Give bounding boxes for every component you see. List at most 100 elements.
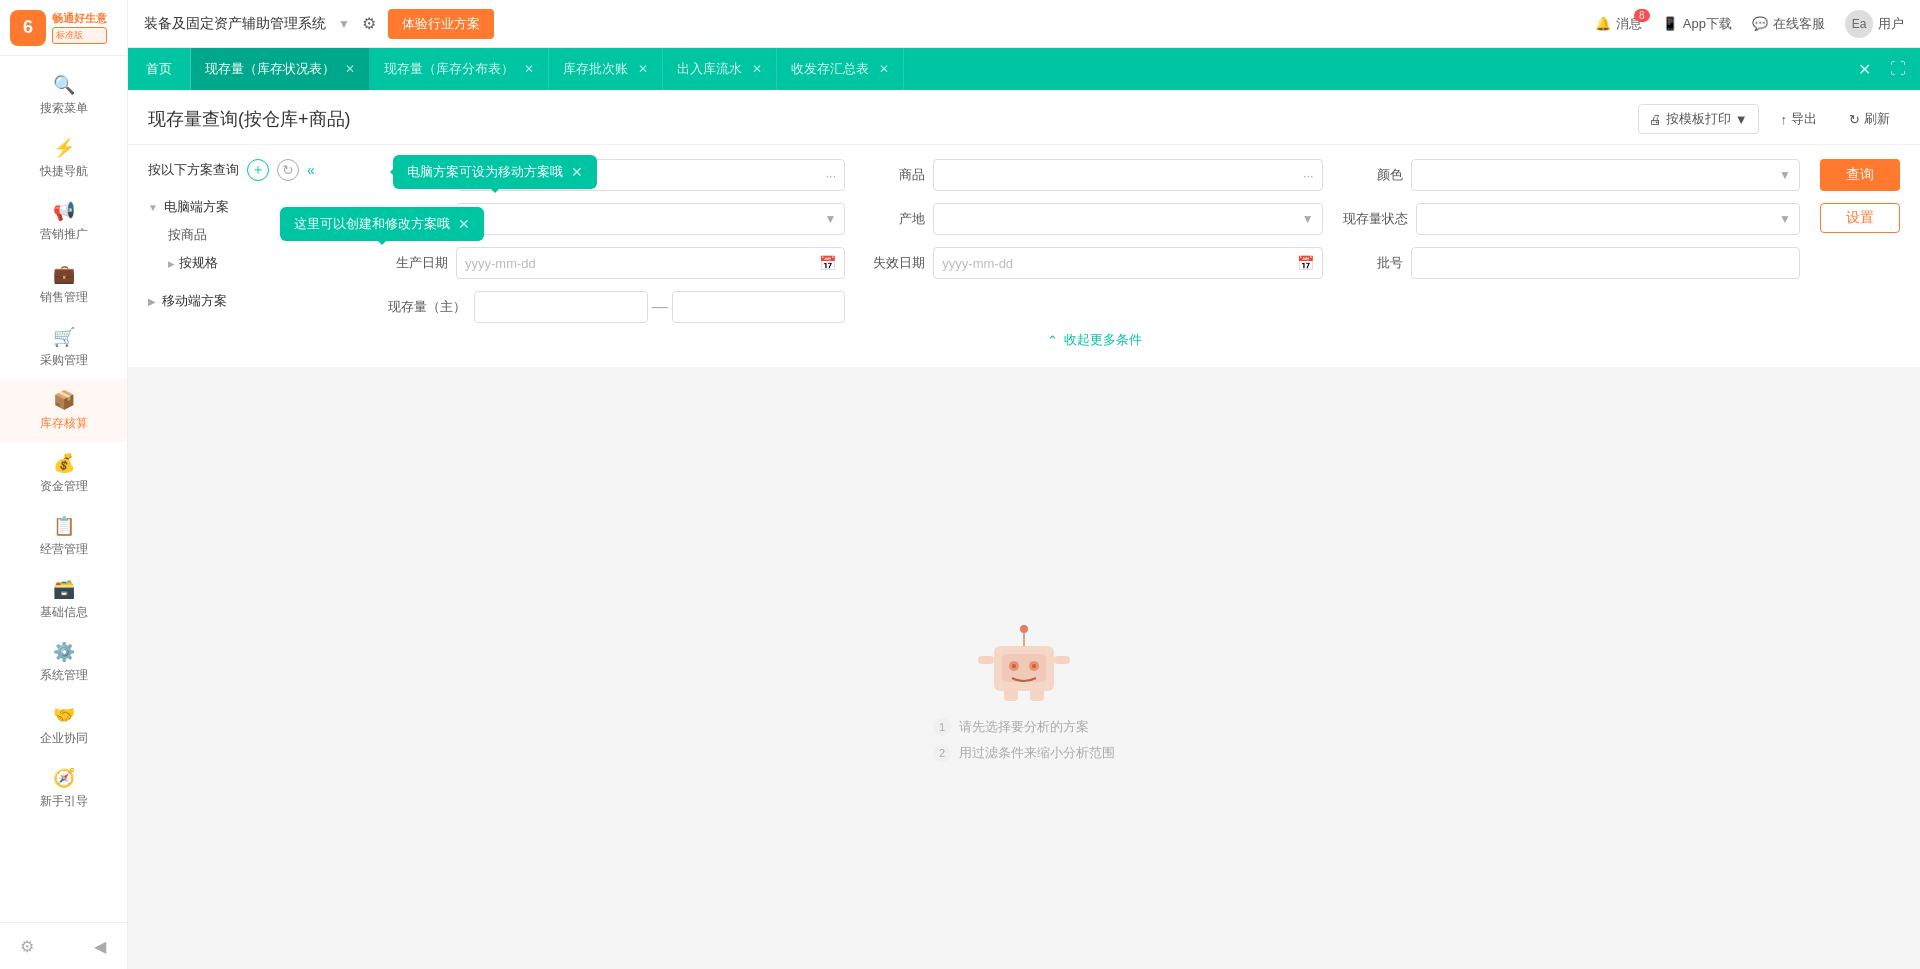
calendar-icon1: 📅	[819, 255, 836, 271]
tooltip1-container: 电脑方案可设为移动方案哦 ✕	[393, 155, 597, 189]
export-btn[interactable]: ↑ 导出	[1771, 105, 1828, 133]
step1-text: 请先选择要分析的方案	[959, 718, 1089, 736]
header-settings-icon[interactable]: ⚙	[362, 14, 376, 33]
filter-row-stock-status: 现存量状态 ▼	[1343, 203, 1800, 235]
sidebar-item-system[interactable]: ⚙️ 系统管理	[0, 631, 127, 694]
refresh-label: 刷新	[1864, 110, 1890, 128]
svg-rect-8	[978, 656, 994, 664]
template-print-btn[interactable]: 🖨 按模板打印 ▼	[1638, 104, 1759, 134]
tab-fullscreen-icon[interactable]: ⛶	[1884, 55, 1912, 83]
sidebar-item-label: 系统管理	[40, 667, 88, 684]
tab-batch-close[interactable]: ✕	[638, 62, 648, 76]
stock-status-arrow-icon: ▼	[1779, 212, 1791, 226]
sidebar-menu: 🔍 搜索菜单 ⚡ 快捷导航 📢 营销推广 💼 销售管理 🛒 采购管理 📦 库存核…	[0, 56, 127, 922]
tab-inout[interactable]: 出入库流水 ✕	[663, 48, 777, 90]
system-name: 装备及固定资产辅助管理系统	[144, 15, 326, 33]
filter-row-batchno: 批号	[1343, 247, 1800, 279]
tab-stock-status-close[interactable]: ✕	[345, 62, 355, 76]
tab-stock-dist[interactable]: 现存量（库存分布表） ✕	[370, 48, 549, 90]
stock-qty-min-input[interactable]	[474, 291, 648, 323]
sidebar-item-search[interactable]: 🔍 搜索菜单	[0, 64, 127, 127]
svg-rect-11	[1030, 689, 1044, 701]
purchase-icon: 🛒	[53, 326, 75, 348]
batchno-input[interactable]	[1411, 247, 1800, 279]
color-select[interactable]: ▼	[1411, 159, 1800, 191]
svg-rect-10	[1004, 689, 1018, 701]
filter-label: 按以下方案查询	[148, 161, 239, 179]
scheme-group-desktop-label: 电脑端方案	[164, 198, 229, 216]
set-btn[interactable]: 设置	[1820, 203, 1900, 233]
refresh-icon: ↻	[1849, 112, 1860, 127]
sidebar-item-label: 搜索菜单	[40, 100, 88, 117]
settings-bottom-icon[interactable]: ⚙	[16, 935, 38, 957]
empty-state: 1 请先选择要分析的方案 2 用过滤条件来缩小分析范围	[128, 367, 1920, 969]
filter-collapse-btn[interactable]: ⌃ 收起更多条件	[388, 323, 1800, 353]
origin-select[interactable]: ▼	[933, 203, 1322, 235]
tooltip1-close[interactable]: ✕	[571, 164, 583, 180]
sidebar-item-enterprise[interactable]: 🤝 企业协同	[0, 694, 127, 757]
notifications-item[interactable]: 🔔 消息 8	[1595, 15, 1642, 33]
tab-stock-status-label: 现存量（库存状况表）	[205, 60, 335, 78]
marketing-icon: 📢	[53, 200, 75, 222]
sidebar-item-operations[interactable]: 📋 经营管理	[0, 505, 127, 568]
sidebar-item-sales[interactable]: 💼 销售管理	[0, 253, 127, 316]
tab-stock-dist-close[interactable]: ✕	[524, 62, 534, 76]
sidebar-item-label: 企业协同	[40, 730, 88, 747]
tab-stock-dist-label: 现存量（库存分布表）	[384, 60, 514, 78]
filter-add-btn[interactable]: ＋	[247, 159, 269, 181]
scheme-group-mobile: ▶ 移动端方案	[148, 289, 368, 313]
tab-close-all-icon[interactable]: ✕	[1850, 55, 1878, 83]
tooltip1-text: 电脑方案可设为移动方案哦	[407, 163, 563, 181]
filter-reset-btn[interactable]: ↻	[277, 159, 299, 181]
sidebar-item-quicknav[interactable]: ⚡ 快捷导航	[0, 127, 127, 190]
proddate-label: 生产日期	[388, 254, 448, 272]
product-dots-icon: ···	[1303, 168, 1314, 183]
tab-inout-close[interactable]: ✕	[752, 62, 762, 76]
stock-status-select[interactable]: ▼	[1416, 203, 1800, 235]
sidebar-item-finance[interactable]: 💰 资金管理	[0, 442, 127, 505]
basicinfo-icon: 🗃️	[53, 578, 75, 600]
proddate-start-placeholder: yyyy-mm-dd	[465, 256, 536, 271]
filter-arrow-btn[interactable]: «	[307, 162, 315, 178]
search-btn[interactable]: 查询	[1820, 159, 1900, 191]
user-item[interactable]: Ea 用户	[1845, 10, 1904, 38]
online-service-item[interactable]: 💬 在线客服	[1752, 15, 1825, 33]
tooltip2-close[interactable]: ✕	[458, 216, 470, 232]
template-print-label: 按模板打印	[1666, 110, 1731, 128]
origin-arrow-icon: ▼	[1302, 212, 1314, 226]
scheme-panel: 按以下方案查询 ＋ ↻ « 电脑方案可设为移动方案哦 ✕	[148, 159, 368, 313]
size-select[interactable]: ▼	[456, 203, 845, 235]
export-icon: ↑	[1781, 112, 1788, 127]
sidebar-logo: 6 畅通好生意 标准版	[0, 0, 127, 56]
page-actions: 🖨 按模板打印 ▼ ↑ 导出 ↻ 刷新	[1638, 104, 1900, 134]
batchno-label: 批号	[1343, 254, 1403, 272]
stock-qty-max-input[interactable]	[672, 291, 846, 323]
tab-batch[interactable]: 库存批次账 ✕	[549, 48, 663, 90]
app-download-item[interactable]: 📱 App下载	[1662, 15, 1732, 33]
sidebar-item-marketing[interactable]: 📢 营销推广	[0, 190, 127, 253]
empty-icon-wrap	[964, 606, 1084, 706]
scheme-item-by-spec[interactable]: ▸ 按规格	[148, 251, 368, 275]
sidebar-item-basicinfo[interactable]: 🗃️ 基础信息	[0, 568, 127, 631]
filter-fields-grid: 仓库 ··· 商品 ··· 颜色	[388, 159, 1800, 323]
empty-text-wrap: 1 请先选择要分析的方案 2 用过滤条件来缩小分析范围	[933, 718, 1115, 770]
filter-fields-panel: 仓库 ··· 商品 ··· 颜色	[388, 159, 1800, 353]
industry-btn[interactable]: 体验行业方案	[388, 9, 494, 39]
sidebar-item-purchase[interactable]: 🛒 采购管理	[0, 316, 127, 379]
filter-row-product: 商品 ···	[865, 159, 1322, 191]
sidebar-item-inventory[interactable]: 📦 库存核算	[0, 379, 127, 442]
scheme-group-mobile-header[interactable]: ▶ 移动端方案	[148, 289, 368, 313]
proddate-start-input[interactable]: yyyy-mm-dd 📅	[456, 247, 845, 279]
tab-home[interactable]: 首页	[128, 48, 191, 90]
tab-stock-status[interactable]: 现存量（库存状况表） ✕	[191, 48, 370, 90]
collapse-sidebar-icon[interactable]: ◀	[89, 935, 111, 957]
expdate-start-input[interactable]: yyyy-mm-dd 📅	[933, 247, 1322, 279]
tab-inout-label: 出入库流水	[677, 60, 742, 78]
tab-summary-close[interactable]: ✕	[879, 62, 889, 76]
refresh-btn[interactable]: ↻ 刷新	[1839, 105, 1900, 133]
tab-summary[interactable]: 收发存汇总表 ✕	[777, 48, 904, 90]
sidebar-item-newguide[interactable]: 🧭 新手引导	[0, 757, 127, 820]
filter-row-origin: 产地 ▼	[865, 203, 1322, 235]
scheme-group-mobile-label: 移动端方案	[162, 292, 227, 310]
product-input[interactable]: ···	[933, 159, 1322, 191]
